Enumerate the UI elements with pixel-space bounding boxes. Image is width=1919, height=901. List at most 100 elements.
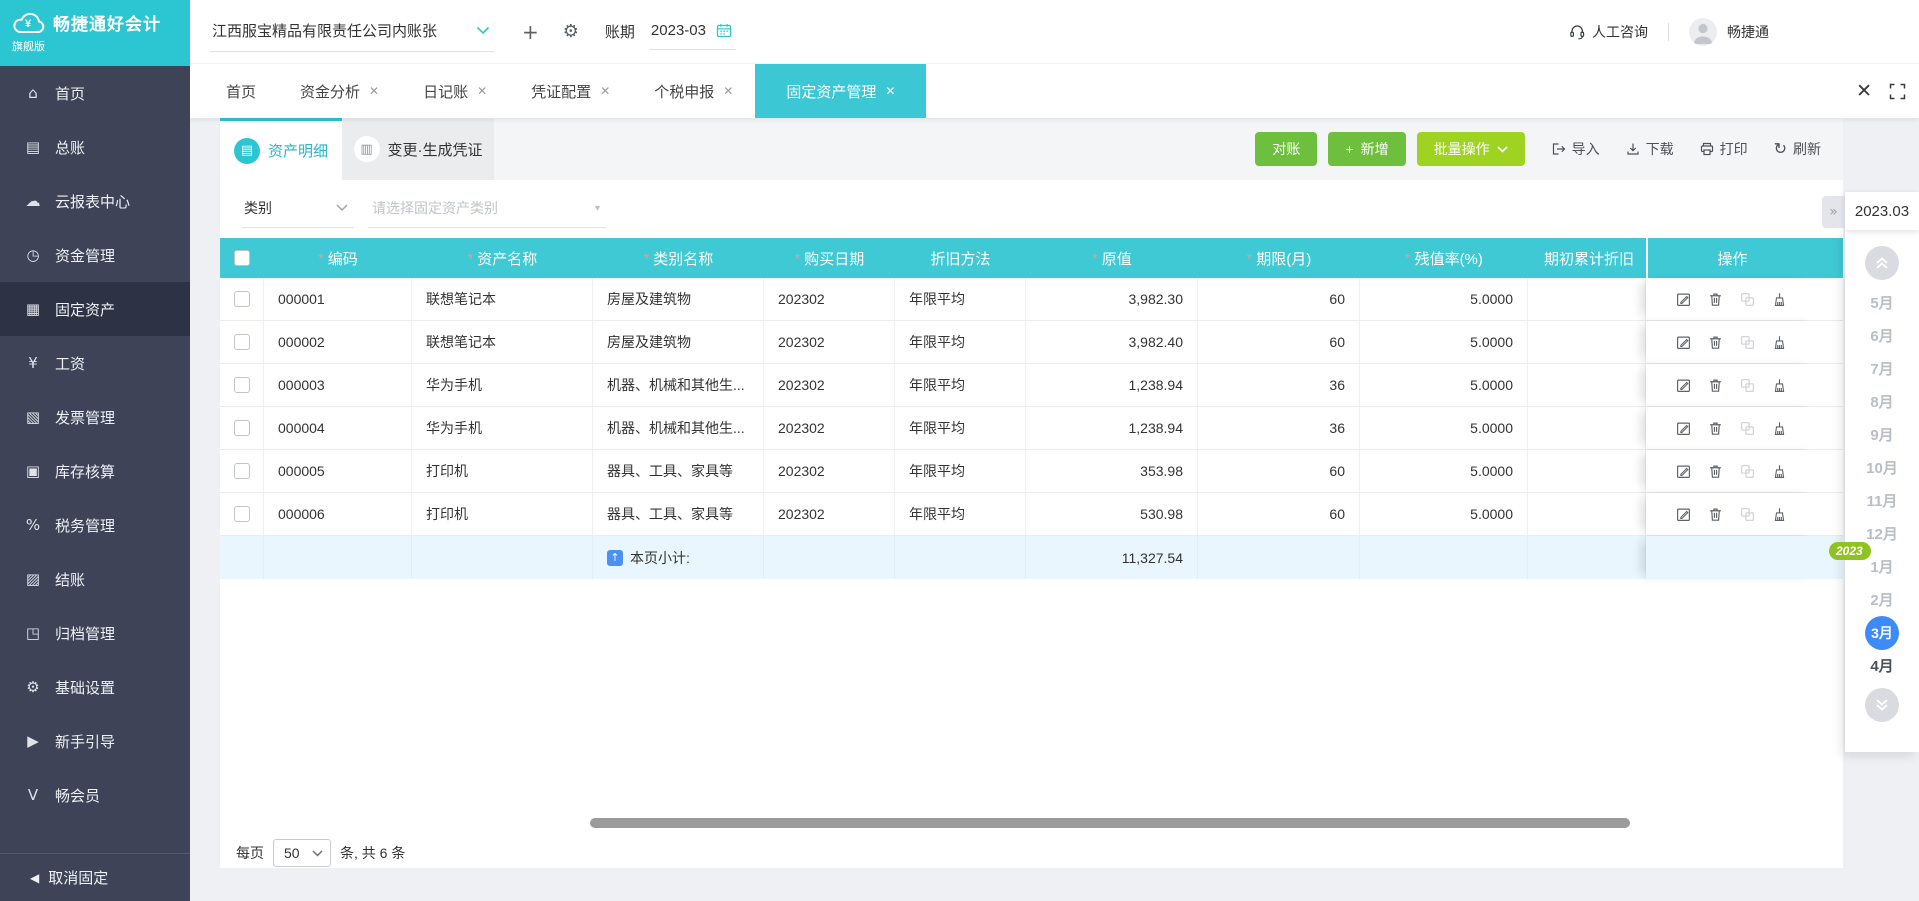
- row-checkbox[interactable]: [233, 334, 250, 350]
- close-tab-icon[interactable]: ✕: [477, 84, 487, 98]
- sidebar-item-9[interactable]: % 税务管理: [0, 498, 190, 552]
- edit-icon[interactable]: [1676, 335, 1691, 350]
- print-button[interactable]: 打印: [1700, 139, 1748, 159]
- sidebar-item-10[interactable]: ▨ 结账: [0, 552, 190, 606]
- unpin-sidebar-button[interactable]: ◀ 取消固定: [0, 853, 190, 901]
- workspace-tab-4[interactable]: 凭证配置 ✕: [509, 64, 632, 118]
- download-button[interactable]: 下载: [1626, 139, 1674, 159]
- sidebar-item-7[interactable]: ▧ 发票管理: [0, 390, 190, 444]
- close-tab-icon[interactable]: ✕: [600, 84, 610, 98]
- add-account-button[interactable]: +: [522, 22, 539, 42]
- batch-actions-button[interactable]: 批量操作: [1416, 132, 1525, 166]
- edit-icon[interactable]: [1676, 464, 1691, 479]
- close-tab-icon[interactable]: ✕: [369, 84, 379, 98]
- month-item-7月[interactable]: 7月: [1845, 352, 1919, 385]
- sidebar-item-12[interactable]: ⚙ 基础设置: [0, 660, 190, 714]
- row-actions: [1646, 321, 1817, 363]
- support-link[interactable]: 人工咨询: [1569, 22, 1648, 42]
- edit-icon[interactable]: [1676, 421, 1691, 436]
- cell-category: 房屋及建筑物: [593, 278, 764, 320]
- workspace-tab-1[interactable]: 首页: [204, 64, 278, 118]
- scroll-months-down-button[interactable]: [1865, 688, 1899, 722]
- per-page-select[interactable]: 50: [273, 839, 331, 867]
- category-select[interactable]: 类别: [242, 190, 354, 228]
- month-item-8月[interactable]: 8月: [1845, 385, 1919, 418]
- edit-icon[interactable]: [1676, 507, 1691, 522]
- sidebar-item-11[interactable]: ◳ 归档管理: [0, 606, 190, 660]
- import-button[interactable]: 导入: [1551, 139, 1600, 159]
- table-row: 000005 打印机 器具、工具、家具等 202302 年限平均 353.98 60 5.00…: [220, 450, 1843, 493]
- workspace-tab-3[interactable]: 日记账 ✕: [401, 64, 509, 118]
- clear-icon[interactable]: [1772, 335, 1787, 350]
- avatar[interactable]: [1689, 17, 1717, 46]
- sidebar-item-13[interactable]: ▶ 新手引导: [0, 714, 190, 768]
- row-checkbox[interactable]: [233, 506, 250, 522]
- workspace-tab-6[interactable]: 固定资产管理 ✕: [755, 64, 927, 118]
- clear-icon[interactable]: [1772, 292, 1787, 307]
- month-item-5月[interactable]: 5月: [1845, 286, 1919, 319]
- delete-icon[interactable]: [1708, 421, 1723, 436]
- row-checkbox[interactable]: [233, 291, 250, 307]
- cell-category: 器具、工具、家具等: [593, 450, 764, 492]
- add-asset-button[interactable]: + 新增: [1328, 132, 1406, 166]
- horizontal-scrollbar[interactable]: [590, 818, 1630, 828]
- row-checkbox[interactable]: [233, 463, 250, 479]
- reconcile-button[interactable]: 对账: [1255, 132, 1318, 166]
- month-item-3月[interactable]: 3月: [1845, 615, 1919, 650]
- sidebar-item-6[interactable]: ¥ 工资: [0, 336, 190, 390]
- table-header: * 编码 * 资产名称 * 类别名称 * 购买日期 折旧方法 * 原值 * 期限(月) * 残值率(%) 期初…: [220, 238, 1843, 278]
- edit-icon[interactable]: [1676, 378, 1691, 393]
- month-item-2月[interactable]: 2月: [1845, 583, 1919, 616]
- sidebar-item-3[interactable]: ☁ 云报表中心: [0, 174, 190, 228]
- scroll-months-up-button[interactable]: [1865, 246, 1899, 280]
- edit-icon[interactable]: [1676, 292, 1691, 307]
- printer-icon: [1700, 142, 1713, 156]
- cell-residual_rate: 5.0000: [1360, 364, 1528, 406]
- row-checkbox[interactable]: [233, 377, 250, 393]
- current-period-display[interactable]: 2023.03: [1845, 192, 1919, 230]
- refresh-button[interactable]: ↻ 刷新: [1774, 139, 1821, 159]
- column-header-6: * 原值: [1092, 250, 1132, 268]
- close-workspace-icon[interactable]: ✕: [1856, 80, 1872, 102]
- category-input[interactable]: 请选择固定资产类别 ▾: [368, 190, 606, 228]
- month-item-6月[interactable]: 6月: [1845, 319, 1919, 352]
- clear-icon[interactable]: [1772, 421, 1787, 436]
- close-tab-icon[interactable]: ✕: [885, 84, 895, 98]
- year-badge: 2023: [1829, 542, 1871, 560]
- refresh-icon: ↻: [1773, 139, 1787, 158]
- delete-icon[interactable]: [1708, 507, 1723, 522]
- select-all-checkbox[interactable]: [234, 250, 250, 266]
- fullscreen-icon[interactable]: [1889, 83, 1906, 100]
- close-tab-icon[interactable]: ✕: [723, 84, 733, 98]
- sidebar-item-14[interactable]: V 畅会员: [0, 768, 190, 822]
- sidebar-item-4[interactable]: ◷ 资金管理: [0, 228, 190, 282]
- clear-icon[interactable]: [1772, 507, 1787, 522]
- month-item-11月[interactable]: 11月: [1845, 484, 1919, 517]
- sidebar-item-1[interactable]: ⌂ 首页: [0, 66, 190, 120]
- clear-icon[interactable]: [1772, 378, 1787, 393]
- row-checkbox[interactable]: [233, 420, 250, 436]
- month-item-10月[interactable]: 10月: [1845, 451, 1919, 484]
- delete-icon[interactable]: [1708, 292, 1723, 307]
- sidebar-item-8[interactable]: ▣ 库存核算: [0, 444, 190, 498]
- user-name[interactable]: 畅捷通: [1727, 22, 1769, 42]
- period-selector[interactable]: 2023-03: [648, 13, 736, 50]
- subtotal-icon: ↑: [607, 549, 623, 566]
- delete-icon[interactable]: [1708, 335, 1723, 350]
- month-panel: 5月 6月 7月 8月 9月 10月 11月 12月 1月 2月 3月 4月 2023: [1829, 230, 1919, 752]
- month-item-9月[interactable]: 9月: [1845, 418, 1919, 451]
- workspace-tab-5[interactable]: 个税申报 ✕: [632, 64, 755, 118]
- sidebar-item-5[interactable]: ▦ 固定资产: [0, 282, 190, 336]
- company-selector[interactable]: 江西服宝精品有限责任公司内账张: [210, 11, 494, 52]
- month-item-4月[interactable]: 4月: [1845, 649, 1919, 682]
- gear-icon[interactable]: ⚙: [563, 22, 579, 41]
- subtab-asset-detail[interactable]: ▤ 资产明细: [220, 118, 342, 180]
- collapse-month-panel-button[interactable]: »: [1822, 196, 1845, 228]
- clear-icon[interactable]: [1772, 464, 1787, 479]
- workspace-tab-2[interactable]: 资金分析 ✕: [278, 64, 401, 118]
- subtab-change-voucher[interactable]: ▥ 变更·生成凭证: [342, 118, 494, 180]
- delete-icon[interactable]: [1708, 378, 1723, 393]
- sidebar-item-2[interactable]: ▤ 总账: [0, 120, 190, 174]
- delete-icon[interactable]: [1708, 464, 1723, 479]
- generate-voucher-icon: [1740, 464, 1755, 479]
